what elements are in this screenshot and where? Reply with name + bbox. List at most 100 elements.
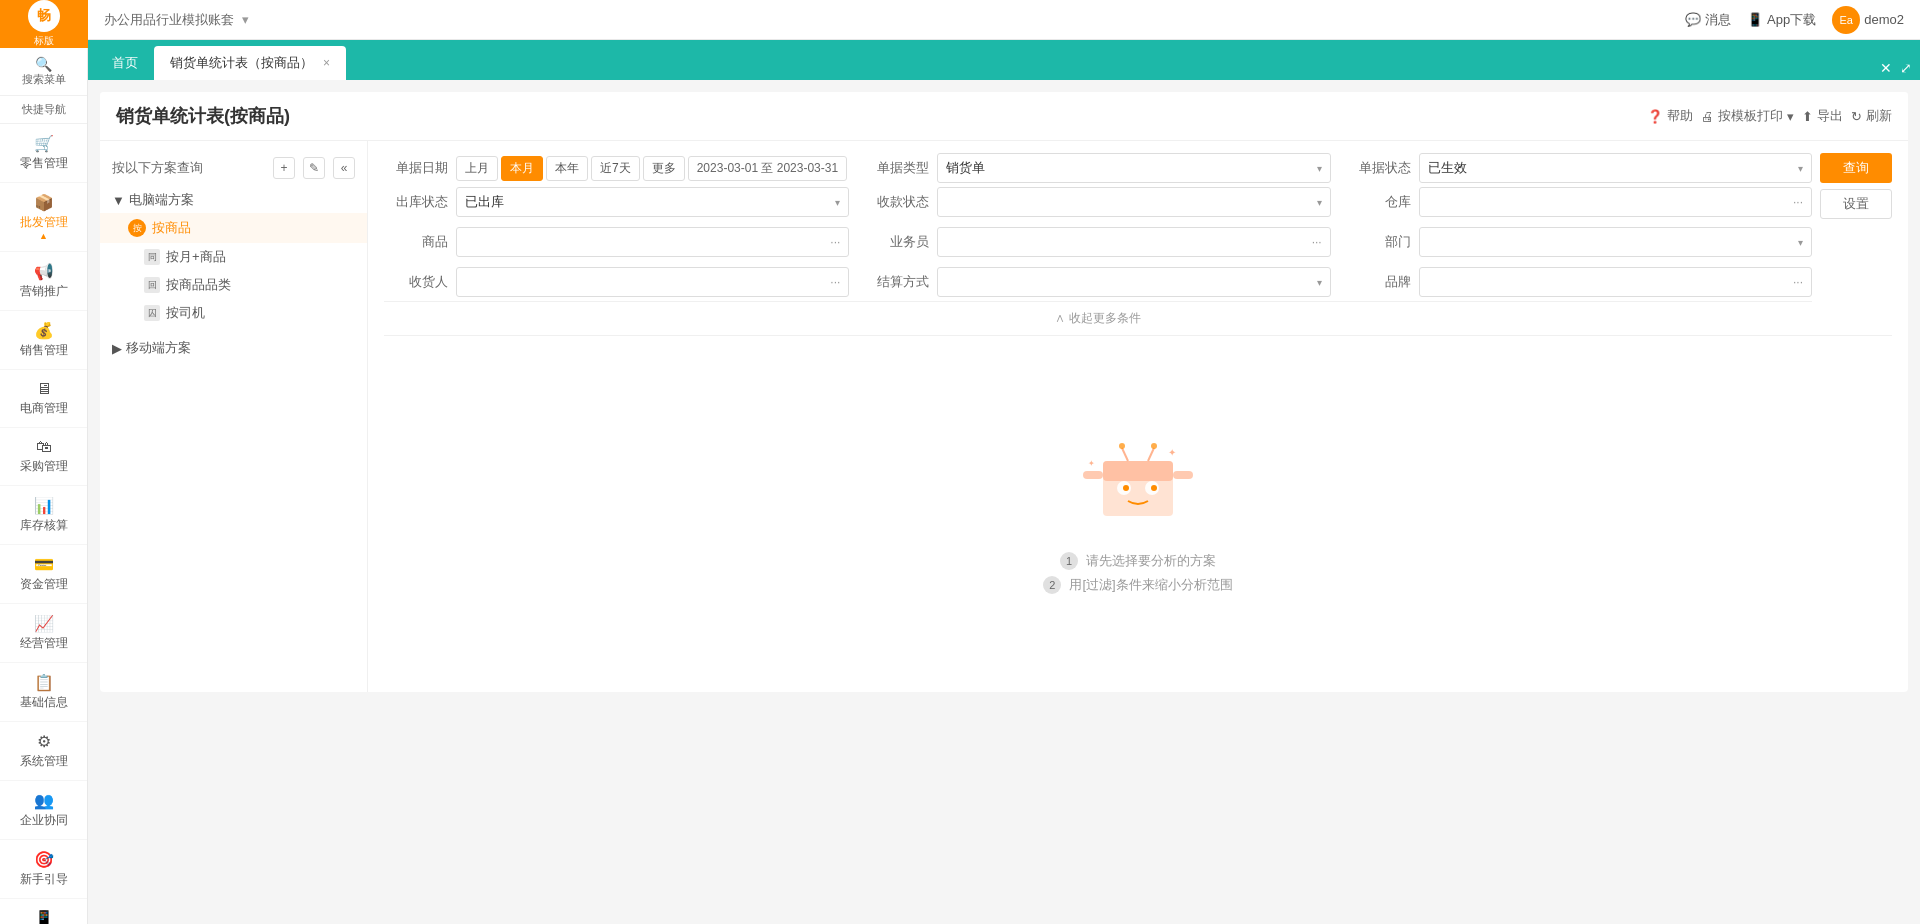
doc-type-select[interactable]: 销货单 ▾ [937,153,1330,183]
user-name: demo2 [1864,12,1904,27]
doc-type-cell: 单据类型 销货单 ▾ [865,153,1330,183]
workspace-info: 办公用品行业模拟账套 ▾ [104,11,249,29]
sidebar-item-wholesale[interactable]: 📦 批发管理 ▲ [0,183,87,252]
window-close-btn[interactable]: ✕ [1880,60,1892,76]
svg-line-6 [1122,448,1128,461]
step-1-text: 请先选择要分析的方案 [1086,552,1216,570]
enterprise-icon: 👥 [34,791,54,810]
window-maximize-btn[interactable]: ⤢ [1900,60,1912,76]
right-panel-inner: 单据日期 上月 本月 本年 近7天 更多 2023-03-01 至 2023-0… [384,153,1892,335]
warehouse-label: 仓库 [1347,193,1411,211]
sidebar-item-operations[interactable]: 📈 经营管理 [0,604,87,663]
sidebar-item-inventory[interactable]: 📊 库存核算 [0,486,87,545]
svg-rect-11 [1173,471,1193,479]
svg-text:✦: ✦ [1168,447,1176,458]
app-download-btn[interactable]: 📱 App下载 [1747,11,1816,29]
print-icon: 🖨 [1701,109,1714,124]
svg-line-8 [1148,448,1154,461]
retail-icon: 🛒 [34,134,54,153]
collapse-bar[interactable]: ∧ 收起更多条件 [384,301,1812,335]
staff-label: 业务员 [865,233,929,251]
tree-item-driver[interactable]: 囚 按司机 [100,299,367,327]
sidebar-item-sales[interactable]: 💰 销售管理 [0,311,87,370]
payment-select[interactable]: ▾ [937,267,1330,297]
collapse-label: ∧ 收起更多条件 [1055,311,1140,325]
home-label: 首页 [112,54,138,72]
sidebar-item-search[interactable]: 🔍 搜索菜单 [0,48,87,96]
receiver-select[interactable]: ··· [456,267,849,297]
sidebar-item-enterprise[interactable]: 👥 企业协同 [0,781,87,840]
driver-label: 按司机 [166,304,205,322]
doc-status-select[interactable]: 已生效 ▾ [1419,153,1812,183]
recv-status-select[interactable]: ▾ [937,187,1330,217]
date-btn-this-month[interactable]: 本月 [501,156,543,181]
goods-label: 商品 [384,233,448,251]
tab-close-btn[interactable]: × [323,56,330,70]
sidebar-item-finance[interactable]: 💳 资金管理 [0,545,87,604]
tab-sales-stats[interactable]: 销货单统计表（按商品） × [154,46,346,80]
goods-cell: 商品 ··· [384,227,849,257]
dept-label: 部门 [1347,233,1411,251]
app-download-label: App下载 [1767,11,1816,29]
sidebar-item-newbie[interactable]: 🎯 新手引导 [0,840,87,899]
app-download-icon: 📱 [1747,12,1763,27]
add-scheme-btn[interactable]: + [273,157,295,179]
staff-select[interactable]: ··· [937,227,1330,257]
goods-select[interactable]: ··· [456,227,849,257]
system-icon: ⚙ [37,732,51,751]
brand-select[interactable]: ··· [1419,267,1812,297]
date-btn-this-year[interactable]: 本年 [546,156,588,181]
print-template-btn[interactable]: 🖨 按模板打印 ▾ [1701,107,1794,125]
date-btn-7days[interactable]: 近7天 [591,156,640,181]
svg-text:✦: ✦ [1088,459,1095,468]
step-2-text: 用[过滤]条件来缩小分析范围 [1069,576,1232,594]
message-btn[interactable]: 💬 消息 [1685,11,1731,29]
sidebar-item-system[interactable]: ⚙ 系统管理 [0,722,87,781]
out-status-select[interactable]: 已出库 ▾ [456,187,849,217]
dept-select[interactable]: ▾ [1419,227,1812,257]
sidebar-item-purchase[interactable]: 🛍 采购管理 [0,428,87,486]
sidebar-item-basic-info[interactable]: 📋 基础信息 [0,663,87,722]
help-btn[interactable]: ❓ 帮助 [1647,107,1693,125]
desktop-group-header[interactable]: ▼ 电脑端方案 [100,187,367,213]
query-button[interactable]: 查询 [1820,153,1892,183]
top-header: 办公用品行业模拟账套 ▾ 💬 消息 📱 App下载 Ea demo2 [88,0,1920,40]
product-category-label: 按商品品类 [166,276,231,294]
sidebar-item-ecommerce[interactable]: 🖥 电商管理 [0,370,87,428]
tab-window-controls: ✕ ⤢ [1880,60,1912,80]
tree-item-by-product[interactable]: 按 按商品 [100,213,367,243]
export-btn[interactable]: ⬆ 导出 [1802,107,1843,125]
sidebar-item-retail[interactable]: 🛒 零售管理 [0,124,87,183]
user-profile[interactable]: Ea demo2 [1832,6,1904,34]
marketing-icon: 📢 [34,262,54,281]
mobile-group-header[interactable]: ▶ 移动端方案 [100,335,367,361]
sidebar-item-app-center[interactable]: 📱 应用中心 [0,899,87,924]
date-filter-label: 单据日期 [384,159,448,177]
doc-type-label: 单据类型 [865,159,929,177]
refresh-btn[interactable]: ↻ 刷新 [1851,107,1892,125]
filter-row-4: 收货人 ··· 结算方式 [384,267,1812,297]
sales-icon: 💰 [34,321,54,340]
tab-home[interactable]: 首页 [96,46,154,80]
doc-status-chevron: ▾ [1798,163,1803,174]
settings-button[interactable]: 设置 [1820,189,1892,219]
empty-state: ✦ ✦ 1 请先选择要分析的方案 2 用[过滤]条件来缩小分析范围 [384,336,1892,680]
payment-chevron: ▾ [1317,277,1322,288]
date-btn-last-month[interactable]: 上月 [456,156,498,181]
sidebar-item-quick-nav[interactable]: 快捷导航 [0,96,87,124]
receiver-label: 收货人 [384,273,448,291]
recv-status-cell: 收款状态 ▾ [865,187,1330,217]
svg-rect-1 [1103,461,1173,481]
app-center-icon: 📱 [34,909,54,924]
tree-item-product-category[interactable]: 回 按商品品类 [100,271,367,299]
product-category-icon: 回 [144,277,160,293]
warehouse-select[interactable]: ··· [1419,187,1812,217]
edit-scheme-btn[interactable]: ✎ [303,157,325,179]
svg-point-5 [1151,485,1157,491]
date-btn-more[interactable]: 更多 [643,156,685,181]
tree-item-month-product[interactable]: 同 按月+商品 [100,243,367,271]
staff-cell: 业务员 ··· [865,227,1330,257]
collapse-panel-btn[interactable]: « [333,157,355,179]
workspace-dropdown-icon[interactable]: ▾ [242,12,249,27]
sidebar-item-marketing[interactable]: 📢 营销推广 [0,252,87,311]
